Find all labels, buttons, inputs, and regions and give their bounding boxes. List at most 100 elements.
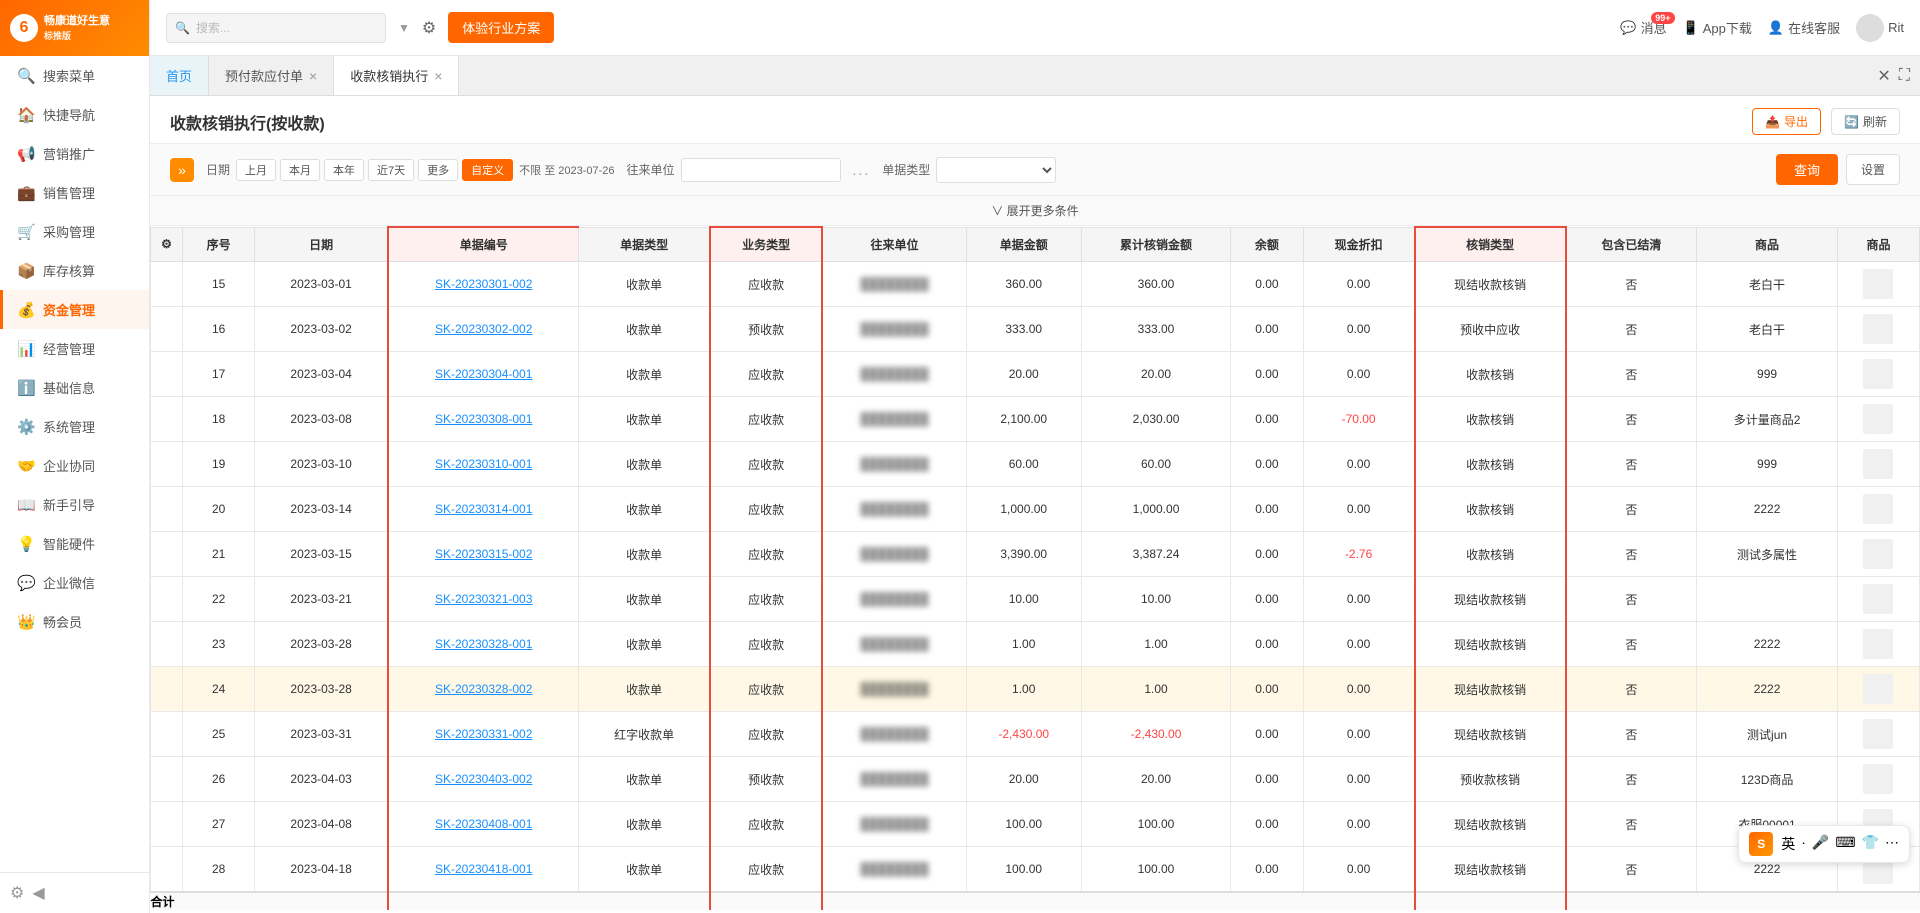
row-amount-cell: 20.00 — [966, 757, 1081, 802]
voucher-no-link[interactable]: SK-20230331-002 — [435, 727, 532, 741]
row-goods-cell — [1697, 577, 1838, 622]
logo-icon: 6 — [10, 14, 38, 42]
sidebar-item-search[interactable]: 🔍搜索菜单 — [0, 56, 149, 95]
custom-date-button[interactable]: 自定义 — [462, 159, 513, 181]
table-row: 26 2023-04-03 SK-20230403-002 收款单 预收款 ██… — [151, 757, 1920, 802]
voucher-no-link[interactable]: SK-20230302-002 — [435, 322, 532, 336]
voucher-no-link[interactable]: SK-20230301-002 — [435, 277, 532, 291]
sougo-keyboard-icon[interactable]: ⌨ — [1835, 834, 1855, 854]
close-all-tabs-icon[interactable]: ✕ — [1877, 66, 1890, 86]
app-download-button[interactable]: 📱 App下载 — [1683, 18, 1752, 37]
table-body: 15 2023-03-01 SK-20230301-002 收款单 应收款 ██… — [151, 262, 1920, 893]
voucher-no-link[interactable]: SK-20230328-002 — [435, 682, 532, 696]
sidebar-item-purchase[interactable]: 🛒采购管理 — [0, 212, 149, 251]
tab-prepay-close-icon[interactable]: × — [309, 68, 317, 84]
messages-button[interactable]: 💬 消息 99+ — [1620, 18, 1666, 37]
query-button[interactable]: 查询 — [1776, 154, 1838, 185]
row-goods-cell: 测试多属性 — [1697, 532, 1838, 577]
export-button[interactable]: 📤 导出 — [1752, 108, 1821, 135]
refresh-button[interactable]: 🔄 刷新 — [1831, 108, 1900, 135]
voucher-no-link[interactable]: SK-20230304-001 — [435, 367, 532, 381]
topbar-search[interactable]: 🔍 搜索... — [166, 13, 386, 43]
sidebar-item-inventory[interactable]: 📦库存核算 — [0, 251, 149, 290]
partner-blurred: ████████ — [860, 772, 928, 786]
voucher-no-link[interactable]: SK-20230314-001 — [435, 502, 532, 516]
data-table: ⚙ 序号 日期 单据编号 单据类型 业务类型 往来单位 单据金额 累计核销金额 … — [150, 226, 1920, 910]
voucher-no-link[interactable]: SK-20230408-001 — [435, 817, 532, 831]
voucher-no-link[interactable]: SK-20230315-002 — [435, 547, 532, 561]
user-avatar[interactable]: Rit — [1856, 14, 1904, 42]
row-include-settled-cell: 否 — [1566, 802, 1697, 847]
row-business-type-cell: 应收款 — [710, 712, 822, 757]
sidebar-item-marketing[interactable]: 📢营销推广 — [0, 134, 149, 173]
voucher-no-link[interactable]: SK-20230418-001 — [435, 862, 532, 876]
sidebar-item-hardware[interactable]: 💡智能硬件 — [0, 524, 149, 563]
sidebar-item-member[interactable]: 👑畅会员 — [0, 602, 149, 641]
sidebar-item-label-purchase: 采购管理 — [43, 222, 95, 241]
row-settings-cell — [151, 307, 183, 352]
partner-filter-input[interactable] — [681, 158, 841, 182]
tab-collection-close-icon[interactable]: × — [434, 68, 442, 84]
row-business-type-cell: 应收款 — [710, 802, 822, 847]
filter-toggle-button[interactable]: » — [170, 158, 194, 182]
sidebar-item-quick-nav[interactable]: 🏠快捷导航 — [0, 95, 149, 134]
tab-collection[interactable]: 收款核销执行 × — [334, 56, 459, 95]
collapse-icon[interactable]: ◀ — [32, 883, 44, 903]
tab-home[interactable]: 首页 — [150, 56, 209, 95]
table-header-row: ⚙ 序号 日期 单据编号 单据类型 业务类型 往来单位 单据金额 累计核销金额 … — [151, 227, 1920, 262]
row-no-cell: 27 — [183, 802, 255, 847]
online-service-button[interactable]: 👤 在线客服 — [1768, 18, 1840, 37]
settings-icon[interactable]: ⚙ — [10, 883, 24, 903]
last-month-button[interactable]: 上月 — [236, 159, 276, 181]
dropdown-arrow-icon[interactable]: ▼ — [398, 21, 410, 35]
voucher-no-link[interactable]: SK-20230321-003 — [435, 592, 532, 606]
col-voucher-type-header: 单据类型 — [579, 227, 710, 262]
row-voucher-no-cell: SK-20230301-002 — [388, 262, 579, 307]
voucher-no-link[interactable]: SK-20230310-001 — [435, 457, 532, 471]
sougo-text-icon[interactable]: 英 — [1781, 834, 1795, 854]
sidebar-item-sales[interactable]: 💼销售管理 — [0, 173, 149, 212]
settings-button[interactable]: 设置 — [1846, 154, 1900, 185]
voucher-no-link[interactable]: SK-20230308-001 — [435, 412, 532, 426]
row-goods-cell: 老白干 — [1697, 262, 1838, 307]
row-amount-cell: 1.00 — [966, 622, 1081, 667]
expand-more-bar[interactable]: ∨ 展开更多条件 — [150, 196, 1920, 226]
sidebar-item-operations[interactable]: 📊经营管理 — [0, 329, 149, 368]
sidebar-item-basic[interactable]: ℹ️基础信息 — [0, 368, 149, 407]
sougo-voice-icon[interactable]: 🎤 — [1812, 834, 1829, 854]
row-amount-cell: 60.00 — [966, 442, 1081, 487]
sidebar-item-system[interactable]: ⚙️系统管理 — [0, 407, 149, 446]
row-amount-cell: 2,100.00 — [966, 397, 1081, 442]
col-settings-header[interactable]: ⚙ — [151, 227, 183, 262]
last-7-days-button[interactable]: 近7天 — [368, 159, 414, 181]
sougo-more-icon[interactable]: ⋯ — [1885, 834, 1899, 854]
row-goods-img-cell — [1837, 352, 1919, 397]
partner-blurred: ████████ — [860, 457, 928, 471]
sidebar-item-guide[interactable]: 📖新手引导 — [0, 485, 149, 524]
row-include-settled-cell: 否 — [1566, 667, 1697, 712]
row-voucher-no-cell: SK-20230328-002 — [388, 667, 579, 712]
tab-prepay[interactable]: 预付款应付单 × — [209, 56, 334, 95]
row-no-cell: 17 — [183, 352, 255, 397]
row-balance-cell: 0.00 — [1231, 532, 1303, 577]
row-partner-cell: ████████ — [822, 487, 966, 532]
voucher-no-link[interactable]: SK-20230403-002 — [435, 772, 532, 786]
sidebar-item-wechat[interactable]: 💬企业微信 — [0, 563, 149, 602]
voucher-type-select[interactable] — [936, 157, 1056, 183]
gear-icon[interactable]: ⚙ — [422, 18, 436, 38]
row-partner-cell: ████████ — [822, 307, 966, 352]
this-month-button[interactable]: 本月 — [280, 159, 320, 181]
industry-solution-button[interactable]: 体验行业方案 — [448, 12, 554, 43]
sidebar-item-finance[interactable]: 💰资金管理 — [0, 290, 149, 329]
voucher-no-link[interactable]: SK-20230328-001 — [435, 637, 532, 651]
filter-dots: ... — [853, 162, 871, 178]
this-year-button[interactable]: 本年 — [324, 159, 364, 181]
row-cash-discount-cell: -70.00 — [1303, 397, 1415, 442]
maximize-icon[interactable]: ⛶ — [1899, 67, 1910, 85]
row-writeoff-type-cell: 收款核销 — [1415, 532, 1566, 577]
row-balance-cell: 0.00 — [1231, 487, 1303, 532]
sougo-shirt-icon[interactable]: 👕 — [1862, 834, 1879, 854]
sidebar-item-enterprise[interactable]: 🤝企业协同 — [0, 446, 149, 485]
more-date-button[interactable]: 更多 — [418, 159, 458, 181]
row-amount-cell: 1,000.00 — [966, 487, 1081, 532]
